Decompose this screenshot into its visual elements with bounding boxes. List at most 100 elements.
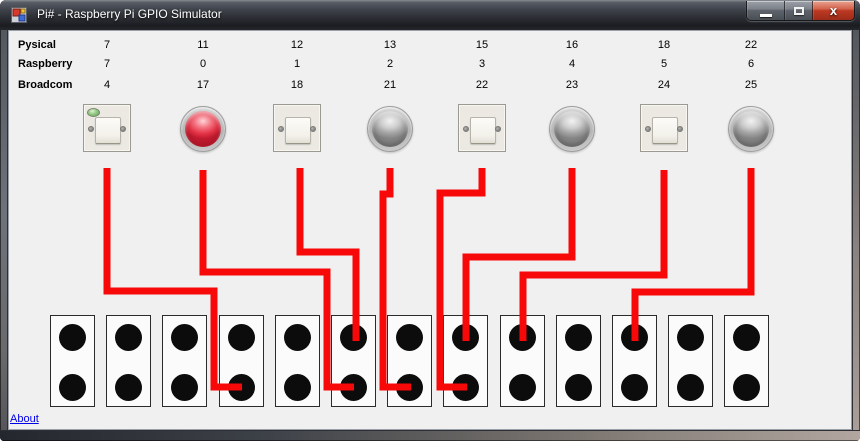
pin-number: 4 bbox=[568, 58, 576, 70]
header-pin-block-12 bbox=[668, 315, 713, 407]
header-pin-block-5 bbox=[275, 315, 320, 407]
app-window: Pi# - Raspberry Pi GPIO Simulator x Pysi… bbox=[0, 0, 860, 441]
switch-control-7[interactable] bbox=[640, 104, 688, 152]
led-control-4 bbox=[367, 106, 413, 152]
pin-number: 0 bbox=[199, 58, 207, 70]
close-button[interactable]: x bbox=[812, 1, 854, 20]
header-pin-block-2 bbox=[106, 315, 151, 407]
pin-hole bbox=[733, 374, 760, 401]
pin-hole bbox=[59, 324, 86, 351]
pin-number: 16 bbox=[565, 39, 579, 51]
switch-control-5[interactable] bbox=[458, 104, 506, 152]
screw-icon bbox=[88, 126, 94, 132]
pin-hole bbox=[396, 374, 423, 401]
row-label-broadcom: Broadcom bbox=[18, 79, 73, 91]
pin-hole bbox=[677, 374, 704, 401]
pin-hole bbox=[621, 374, 648, 401]
row-physical: Pysical 7 11 12 13 15 16 18 22 bbox=[0, 39, 860, 53]
pin-number: 7 bbox=[103, 58, 111, 70]
screw-icon bbox=[463, 126, 469, 132]
minimize-button[interactable] bbox=[747, 1, 784, 20]
about-link[interactable]: About bbox=[10, 413, 39, 425]
pin-hole bbox=[452, 374, 479, 401]
pin-hole bbox=[340, 324, 367, 351]
pin-hole bbox=[565, 324, 592, 351]
pin-hole bbox=[59, 374, 86, 401]
pin-hole bbox=[115, 374, 142, 401]
switch-control-1[interactable] bbox=[83, 104, 131, 152]
switch-button[interactable] bbox=[470, 117, 496, 144]
header-pin-block-8 bbox=[443, 315, 488, 407]
switch-indicator-icon bbox=[87, 108, 100, 117]
pin-hole bbox=[171, 374, 198, 401]
switch-control-3[interactable] bbox=[273, 104, 321, 152]
pin-number: 25 bbox=[744, 79, 758, 91]
pin-hole bbox=[509, 324, 536, 351]
pin-hole bbox=[228, 324, 255, 351]
pin-hole bbox=[340, 374, 367, 401]
row-label-raspberry: Raspberry bbox=[18, 58, 73, 70]
window-frame-bottom bbox=[0, 430, 860, 441]
screw-icon bbox=[645, 126, 651, 132]
pin-number: 2 bbox=[386, 58, 394, 70]
window-title: Pi# - Raspberry Pi GPIO Simulator bbox=[37, 7, 222, 21]
pin-number: 5 bbox=[660, 58, 668, 70]
header-pin-block-10 bbox=[556, 315, 601, 407]
screw-icon bbox=[310, 126, 316, 132]
close-icon: x bbox=[829, 3, 838, 18]
pin-number: 17 bbox=[196, 79, 210, 91]
maximize-button[interactable] bbox=[784, 1, 812, 20]
pin-hole bbox=[396, 324, 423, 351]
switch-button[interactable] bbox=[95, 117, 121, 144]
switch-button[interactable] bbox=[652, 117, 678, 144]
row-raspberry: Raspberry 7 0 1 2 3 4 5 6 bbox=[0, 58, 860, 72]
led-control-8 bbox=[728, 106, 774, 152]
pin-number: 7 bbox=[103, 39, 111, 51]
pin-number: 18 bbox=[657, 39, 671, 51]
pin-hole bbox=[565, 374, 592, 401]
switch-button[interactable] bbox=[285, 117, 311, 144]
header-pin-block-11 bbox=[612, 315, 657, 407]
led-sphere bbox=[554, 111, 590, 147]
header-pin-block-4 bbox=[219, 315, 264, 407]
header-pin-block-6 bbox=[331, 315, 376, 407]
pin-number: 4 bbox=[103, 79, 111, 91]
pin-number: 11 bbox=[197, 39, 209, 51]
caption-buttons: x bbox=[746, 1, 855, 21]
pin-number: 3 bbox=[478, 58, 486, 70]
pin-hole bbox=[733, 324, 760, 351]
app-icon bbox=[11, 7, 27, 23]
pin-hole bbox=[228, 374, 255, 401]
pin-hole bbox=[621, 324, 648, 351]
led-sphere bbox=[185, 111, 221, 147]
pin-hole bbox=[284, 374, 311, 401]
pin-number: 22 bbox=[475, 79, 489, 91]
maximize-icon bbox=[793, 7, 804, 15]
pin-number: 12 bbox=[290, 39, 304, 51]
screw-icon bbox=[677, 126, 683, 132]
pin-number: 13 bbox=[383, 39, 397, 51]
led-sphere bbox=[372, 111, 408, 147]
pin-number: 1 bbox=[293, 58, 301, 70]
screw-icon bbox=[120, 126, 126, 132]
row-broadcom: Broadcom 4 17 18 21 22 23 24 25 bbox=[0, 79, 860, 93]
led-sphere bbox=[733, 111, 769, 147]
row-label-physical: Pysical bbox=[18, 39, 56, 51]
pin-hole bbox=[509, 374, 536, 401]
led-control-6 bbox=[549, 106, 595, 152]
screw-icon bbox=[495, 126, 501, 132]
header-pin-block-9 bbox=[500, 315, 545, 407]
minimize-icon bbox=[759, 13, 772, 17]
led-control-2 bbox=[180, 106, 226, 152]
pin-number: 6 bbox=[747, 58, 755, 70]
pin-hole bbox=[677, 324, 704, 351]
pin-number: 15 bbox=[475, 39, 489, 51]
pin-hole bbox=[171, 324, 198, 351]
pin-hole bbox=[284, 324, 311, 351]
header-pin-block-1 bbox=[50, 315, 95, 407]
header-pin-block-3 bbox=[162, 315, 207, 407]
pin-number: 18 bbox=[290, 79, 304, 91]
pin-number: 21 bbox=[383, 79, 397, 91]
titlebar[interactable]: Pi# - Raspberry Pi GPIO Simulator x bbox=[0, 0, 860, 30]
pin-hole bbox=[115, 324, 142, 351]
